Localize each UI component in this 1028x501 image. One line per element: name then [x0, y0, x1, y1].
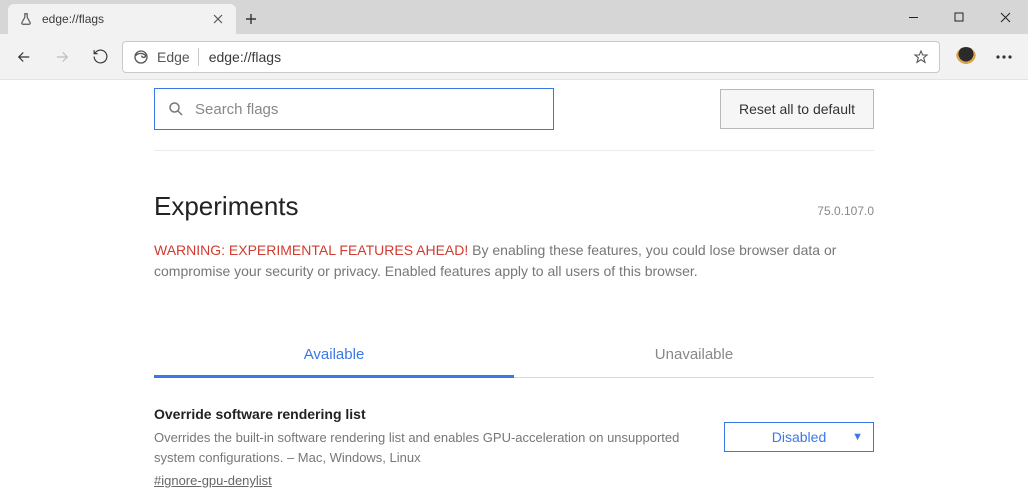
favorite-icon[interactable] — [913, 49, 929, 65]
profile-avatar[interactable] — [956, 47, 976, 67]
flag-description: Overrides the built-in software renderin… — [154, 428, 700, 467]
forward-button[interactable] — [46, 41, 78, 73]
tab-unavailable[interactable]: Unavailable — [514, 332, 874, 378]
site-identity: Edge — [133, 48, 199, 66]
flag-item: Override software rendering list Overrid… — [154, 406, 874, 488]
search-icon — [167, 100, 185, 118]
flag-hash-link[interactable]: #ignore-gpu-denylist — [154, 473, 272, 488]
page-heading: Experiments 75.0.107.0 — [154, 191, 874, 222]
new-tab-button[interactable] — [236, 4, 266, 34]
flask-icon — [18, 11, 34, 27]
scroll-area[interactable]: Reset all to default Experiments 75.0.10… — [0, 80, 1028, 501]
browser-tab[interactable]: edge://flags — [8, 4, 236, 34]
separator — [198, 48, 199, 66]
warning-text: WARNING: EXPERIMENTAL FEATURES AHEAD! By… — [154, 240, 874, 282]
tab-available[interactable]: Available — [154, 332, 514, 378]
flags-tabs: Available Unavailable — [154, 332, 874, 378]
chevron-down-icon: ▼ — [852, 431, 863, 443]
menu-button[interactable] — [988, 41, 1020, 73]
search-flags-box[interactable] — [154, 88, 554, 130]
flag-state-value: Disabled — [772, 429, 826, 445]
site-identity-label: Edge — [157, 49, 190, 65]
reset-all-button[interactable]: Reset all to default — [720, 89, 874, 129]
tab-title: edge://flags — [42, 12, 202, 26]
maximize-button[interactable] — [936, 0, 982, 34]
minimize-button[interactable] — [890, 0, 936, 34]
search-input[interactable] — [195, 101, 541, 118]
url-text: edge://flags — [209, 49, 903, 65]
flag-title: Override software rendering list — [154, 406, 700, 422]
flag-state-select[interactable]: Disabled ▼ — [724, 422, 874, 452]
search-row: Reset all to default — [154, 80, 874, 151]
edge-icon — [133, 49, 149, 65]
version-text: 75.0.107.0 — [817, 204, 874, 218]
warning-prefix: WARNING: EXPERIMENTAL FEATURES AHEAD! — [154, 242, 468, 258]
titlebar: edge://flags — [0, 0, 1028, 34]
close-tab-icon[interactable] — [210, 11, 226, 27]
content-area: Reset all to default Experiments 75.0.10… — [0, 80, 1028, 501]
window-controls — [890, 0, 1028, 34]
address-bar[interactable]: Edge edge://flags — [122, 41, 940, 73]
close-window-button[interactable] — [982, 0, 1028, 34]
heading-text: Experiments — [154, 191, 299, 222]
refresh-button[interactable] — [84, 41, 116, 73]
back-button[interactable] — [8, 41, 40, 73]
toolbar: Edge edge://flags — [0, 34, 1028, 80]
